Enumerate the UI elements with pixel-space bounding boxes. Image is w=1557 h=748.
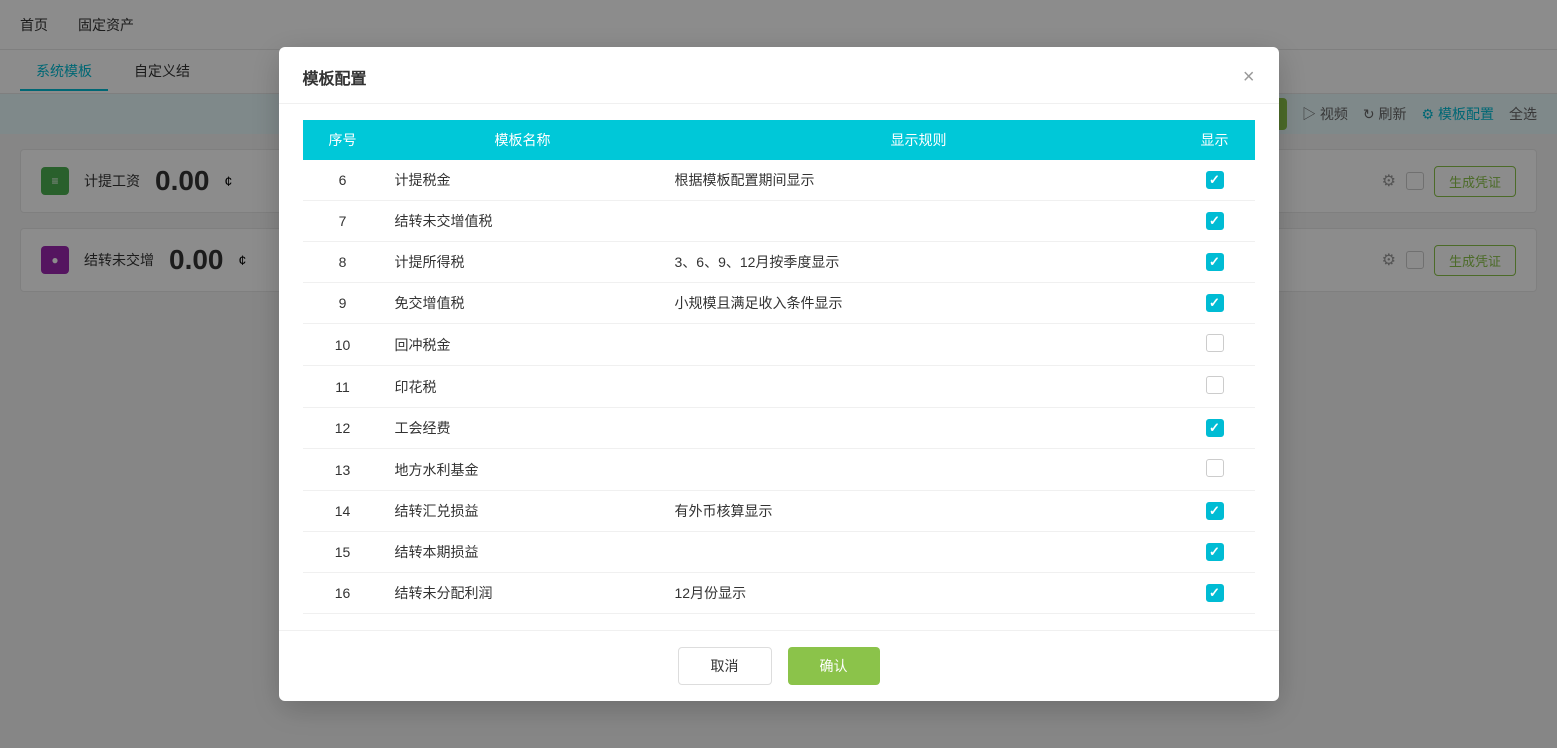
row-name: 计提所得税 bbox=[383, 242, 663, 283]
modal-footer: 取消 确认 bbox=[279, 630, 1279, 701]
checkbox-checked[interactable] bbox=[1206, 584, 1224, 602]
row-display bbox=[1175, 283, 1255, 324]
col-header-rule: 显示规则 bbox=[663, 120, 1175, 160]
modal-title: 模板配置 bbox=[303, 65, 367, 89]
row-name: 回冲税金 bbox=[383, 324, 663, 366]
row-display bbox=[1175, 491, 1255, 532]
checkbox-checked[interactable] bbox=[1206, 171, 1224, 189]
table-row: 7结转未交增值税 bbox=[303, 201, 1255, 242]
table-scroll-container[interactable]: 序号 模板名称 显示规则 显示 6计提税金根据模板配置期间显示7结转未交增值税8… bbox=[303, 120, 1255, 614]
row-name: 工会经费 bbox=[383, 408, 663, 449]
table-row: 16结转未分配利润12月份显示 bbox=[303, 573, 1255, 614]
config-table: 序号 模板名称 显示规则 显示 6计提税金根据模板配置期间显示7结转未交增值税8… bbox=[303, 120, 1255, 614]
modal-body: 序号 模板名称 显示规则 显示 6计提税金根据模板配置期间显示7结转未交增值税8… bbox=[279, 104, 1279, 630]
row-display bbox=[1175, 408, 1255, 449]
row-rule bbox=[663, 408, 1175, 449]
checkbox-unchecked[interactable] bbox=[1206, 334, 1224, 352]
table-header: 序号 模板名称 显示规则 显示 bbox=[303, 120, 1255, 160]
table-row: 15结转本期损益 bbox=[303, 532, 1255, 573]
row-id: 9 bbox=[303, 283, 383, 324]
row-name: 地方水利基金 bbox=[383, 449, 663, 491]
checkbox-checked[interactable] bbox=[1206, 543, 1224, 561]
row-rule: 根据模板配置期间显示 bbox=[663, 160, 1175, 201]
row-display bbox=[1175, 449, 1255, 491]
confirm-button[interactable]: 确认 bbox=[788, 647, 880, 685]
modal-overlay: 模板配置 × 序号 模板名称 显示规则 显示 6计提税金根据模板配置期间显示7结… bbox=[0, 0, 1557, 748]
modal-close-button[interactable]: × bbox=[1243, 67, 1255, 87]
modal-header: 模板配置 × bbox=[279, 47, 1279, 104]
row-rule: 3、6、9、12月按季度显示 bbox=[663, 242, 1175, 283]
row-id: 7 bbox=[303, 201, 383, 242]
row-id: 12 bbox=[303, 408, 383, 449]
row-id: 10 bbox=[303, 324, 383, 366]
row-name: 结转本期损益 bbox=[383, 532, 663, 573]
checkbox-unchecked[interactable] bbox=[1206, 459, 1224, 477]
table-row: 11印花税 bbox=[303, 366, 1255, 408]
row-display bbox=[1175, 242, 1255, 283]
row-rule bbox=[663, 324, 1175, 366]
row-display bbox=[1175, 532, 1255, 573]
table-row: 14结转汇兑损益有外币核算显示 bbox=[303, 491, 1255, 532]
row-id: 11 bbox=[303, 366, 383, 408]
row-name: 结转未分配利润 bbox=[383, 573, 663, 614]
table-row: 8计提所得税3、6、9、12月按季度显示 bbox=[303, 242, 1255, 283]
row-id: 13 bbox=[303, 449, 383, 491]
checkbox-checked[interactable] bbox=[1206, 294, 1224, 312]
row-name: 结转未交增值税 bbox=[383, 201, 663, 242]
col-header-id: 序号 bbox=[303, 120, 383, 160]
row-id: 15 bbox=[303, 532, 383, 573]
row-display bbox=[1175, 366, 1255, 408]
row-id: 16 bbox=[303, 573, 383, 614]
row-id: 6 bbox=[303, 160, 383, 201]
table-body: 6计提税金根据模板配置期间显示7结转未交增值税8计提所得税3、6、9、12月按季… bbox=[303, 160, 1255, 614]
table-row: 13地方水利基金 bbox=[303, 449, 1255, 491]
col-header-name: 模板名称 bbox=[383, 120, 663, 160]
row-rule: 有外币核算显示 bbox=[663, 491, 1175, 532]
row-name: 印花税 bbox=[383, 366, 663, 408]
row-name: 免交增值税 bbox=[383, 283, 663, 324]
row-rule bbox=[663, 449, 1175, 491]
row-rule bbox=[663, 366, 1175, 408]
checkbox-checked[interactable] bbox=[1206, 502, 1224, 520]
table-row: 10回冲税金 bbox=[303, 324, 1255, 366]
row-rule bbox=[663, 532, 1175, 573]
row-id: 8 bbox=[303, 242, 383, 283]
table-row: 6计提税金根据模板配置期间显示 bbox=[303, 160, 1255, 201]
row-display bbox=[1175, 160, 1255, 201]
row-name: 计提税金 bbox=[383, 160, 663, 201]
row-rule bbox=[663, 201, 1175, 242]
col-header-display: 显示 bbox=[1175, 120, 1255, 160]
checkbox-checked[interactable] bbox=[1206, 212, 1224, 230]
row-name: 结转汇兑损益 bbox=[383, 491, 663, 532]
checkbox-unchecked[interactable] bbox=[1206, 376, 1224, 394]
row-display bbox=[1175, 573, 1255, 614]
template-config-modal: 模板配置 × 序号 模板名称 显示规则 显示 6计提税金根据模板配置期间显示7结… bbox=[279, 47, 1279, 701]
table-row: 12工会经费 bbox=[303, 408, 1255, 449]
row-rule: 小规模且满足收入条件显示 bbox=[663, 283, 1175, 324]
checkbox-checked[interactable] bbox=[1206, 253, 1224, 271]
row-display bbox=[1175, 201, 1255, 242]
row-display bbox=[1175, 324, 1255, 366]
table-row: 9免交增值税小规模且满足收入条件显示 bbox=[303, 283, 1255, 324]
cancel-button[interactable]: 取消 bbox=[678, 647, 772, 685]
row-id: 14 bbox=[303, 491, 383, 532]
row-rule: 12月份显示 bbox=[663, 573, 1175, 614]
checkbox-checked[interactable] bbox=[1206, 419, 1224, 437]
